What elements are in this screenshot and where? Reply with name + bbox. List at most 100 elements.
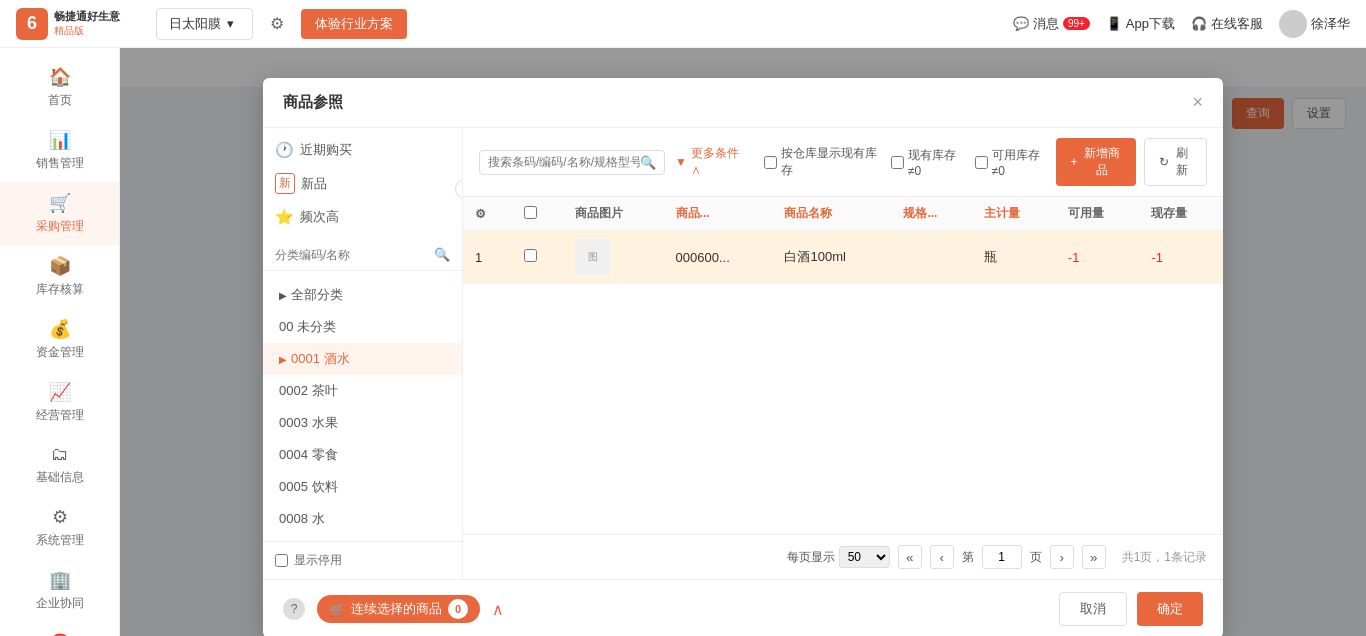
category-item-00[interactable]: 00 未分类 — [263, 311, 462, 343]
guide-icon: 🎯 — [49, 632, 71, 636]
category-search-input[interactable] — [275, 248, 434, 262]
user-area[interactable]: 徐泽华 — [1279, 10, 1350, 38]
notifications-btn[interactable]: 💬 消息 99+ — [1013, 15, 1090, 33]
arrow-icon-active: ▶ — [279, 354, 287, 365]
online-service-btn[interactable]: 🎧 在线客服 — [1191, 15, 1263, 33]
headset-icon: 🎧 — [1191, 16, 1207, 31]
main-content: 查询 设置 商品参照 × 🕐 近期购买 — [120, 48, 1366, 636]
arrow-icon: ▶ — [279, 290, 287, 301]
app-download-btn[interactable]: 📱 App下载 — [1106, 15, 1175, 33]
table-header-row: ⚙ 商品图片 商品... 商品名称 规格... 主计量 可用量 现存量 — [463, 197, 1223, 231]
category-item-0003[interactable]: 0003 水果 — [263, 407, 462, 439]
filter-btn[interactable]: ▼ 更多条件 ∧ — [675, 145, 746, 179]
page-size-select[interactable]: 50 100 200 — [839, 546, 890, 568]
table-row[interactable]: 1 图 000600... 白酒100ml 瓶 -1 — [463, 231, 1223, 284]
category-item-all[interactable]: ▶ 全部分类 — [263, 279, 462, 311]
new-icon: 新 — [275, 173, 295, 194]
category-item-0004[interactable]: 0004 零食 — [263, 439, 462, 471]
search-submit-icon[interactable]: 🔍 — [640, 155, 656, 170]
sidebar-item-basic-info[interactable]: 🗂 基础信息 — [0, 434, 119, 496]
prev-page-btn[interactable]: ‹ — [930, 545, 954, 569]
sidebar-item-purchase[interactable]: 🛒 采购管理 — [0, 182, 119, 245]
row-checkbox[interactable] — [524, 249, 537, 262]
checkbox-stock-neq0[interactable]: 现有库存≠0 — [891, 147, 963, 178]
col-spec: 规格... — [891, 197, 972, 231]
display-disabled-checkbox[interactable] — [275, 554, 288, 567]
high-freq-link[interactable]: ⭐ 频次高 — [263, 203, 462, 231]
modal-header: 商品参照 × — [263, 78, 1223, 128]
toolbar-action-btns: + 新增商品 ↻ 刷新 — [1056, 138, 1207, 186]
purchase-icon: 🛒 — [49, 192, 71, 214]
checkbox-stock-input[interactable] — [891, 156, 904, 169]
new-product-link[interactable]: 新 新品 — [263, 168, 462, 199]
home-icon: 🏠 — [49, 66, 71, 88]
select-all-checkbox[interactable] — [524, 206, 537, 219]
cell-code: 000600... — [664, 231, 773, 284]
col-settings: ⚙ — [463, 197, 512, 231]
col-stock: 现存量 — [1139, 197, 1223, 231]
plus-icon: + — [1070, 155, 1077, 169]
category-item-0002[interactable]: 0002 茶叶 — [263, 375, 462, 407]
cancel-btn[interactable]: 取消 — [1059, 592, 1127, 626]
checkbox-available-neq0[interactable]: 可用库存≠0 — [975, 147, 1047, 178]
sidebar-item-inventory[interactable]: 📦 库存核算 — [0, 245, 119, 308]
cell-img: 图 — [563, 231, 663, 284]
refresh-btn[interactable]: ↻ 刷新 — [1144, 138, 1207, 186]
operation-icon: 📈 — [49, 381, 71, 403]
sidebar-item-finance[interactable]: 💰 资金管理 — [0, 308, 119, 371]
next-page-btn[interactable]: › — [1050, 545, 1074, 569]
product-reference-modal: 商品参照 × 🕐 近期购买 新 新品 — [263, 78, 1223, 636]
col-name: 商品名称 — [772, 197, 891, 231]
sidebar-item-system[interactable]: ⚙ 系统管理 — [0, 496, 119, 559]
product-table: ⚙ 商品图片 商品... 商品名称 规格... 主计量 可用量 现存量 — [463, 197, 1223, 284]
search-icon[interactable]: 🔍 — [434, 247, 450, 262]
refresh-icon: ↻ — [1159, 155, 1169, 169]
experience-btn[interactable]: 体验行业方案 — [301, 9, 407, 39]
cell-available: -1 — [1056, 231, 1140, 284]
checkbox-available-input[interactable] — [975, 156, 988, 169]
first-page-btn[interactable]: « — [898, 545, 922, 569]
sidebar-item-operation[interactable]: 📈 经营管理 — [0, 371, 119, 434]
logo-icon: 6 — [16, 8, 48, 40]
content-panel: 🔍 ▼ 更多条件 ∧ 按仓库显示现有库存 — [463, 128, 1223, 579]
product-img: 图 — [575, 239, 611, 275]
nav-right: 💬 消息 99+ 📱 App下载 🎧 在线客服 徐泽华 — [1013, 10, 1350, 38]
finance-icon: 💰 — [49, 318, 71, 340]
cell-unit: 瓶 — [972, 231, 1056, 284]
col-checkbox — [512, 197, 564, 231]
category-item-0005[interactable]: 0005 饮料 — [263, 471, 462, 503]
product-search-input[interactable] — [488, 155, 640, 169]
checkbox-warehouse[interactable]: 按仓库显示现有库存 — [764, 145, 879, 179]
category-item-0001[interactable]: ▶ 0001 酒水 — [263, 343, 462, 375]
filter-icon: ▼ — [675, 155, 687, 169]
nav-dropdown[interactable]: 日太阳膜 ▾ — [156, 8, 253, 40]
recent-purchase-link[interactable]: 🕐 近期购买 — [263, 136, 462, 164]
sales-icon: 📊 — [49, 129, 71, 151]
last-page-btn[interactable]: » — [1082, 545, 1106, 569]
gear-button[interactable]: ⚙ — [261, 8, 293, 40]
cell-checkbox — [512, 231, 564, 284]
cell-name: 白酒100ml — [772, 231, 891, 284]
sidebar-item-sales[interactable]: 📊 销售管理 — [0, 119, 119, 182]
chevron-down-icon: ▾ — [227, 16, 234, 31]
sidebar-item-guide[interactable]: 🎯 新手引导 — [0, 622, 119, 636]
modal-footer: ? 🛒 连续选择的商品 0 ∧ 取消 确定 — [263, 579, 1223, 636]
product-search-box: 🔍 — [479, 150, 665, 175]
enterprise-icon: 🏢 — [49, 569, 71, 591]
modal-close-btn[interactable]: × — [1192, 92, 1203, 113]
confirm-btn[interactable]: 确定 — [1137, 592, 1203, 626]
sidebar-item-enterprise[interactable]: 🏢 企业协同 — [0, 559, 119, 622]
logo-text: 畅捷通好生意 精品版 — [54, 9, 120, 38]
help-btn[interactable]: ? — [283, 598, 305, 620]
page-input[interactable] — [982, 545, 1022, 569]
footer-collapse-btn[interactable]: ∧ — [492, 600, 504, 619]
cart-area[interactable]: 🛒 连续选择的商品 0 — [317, 595, 480, 623]
checkbox-warehouse-input[interactable] — [764, 156, 777, 169]
category-item-0008[interactable]: 0008 水 — [263, 503, 462, 535]
sidebar-item-home[interactable]: 🏠 首页 — [0, 56, 119, 119]
toolbar: 🔍 ▼ 更多条件 ∧ 按仓库显示现有库存 — [463, 128, 1223, 197]
page-size-area: 每页显示 50 100 200 — [787, 546, 890, 568]
sidebar: 🏠 首页 📊 销售管理 🛒 采购管理 📦 库存核算 💰 资金管理 📈 经营管理 … — [0, 48, 120, 636]
star-icon: ⭐ — [275, 208, 294, 226]
add-product-btn[interactable]: + 新增商品 — [1056, 138, 1135, 186]
